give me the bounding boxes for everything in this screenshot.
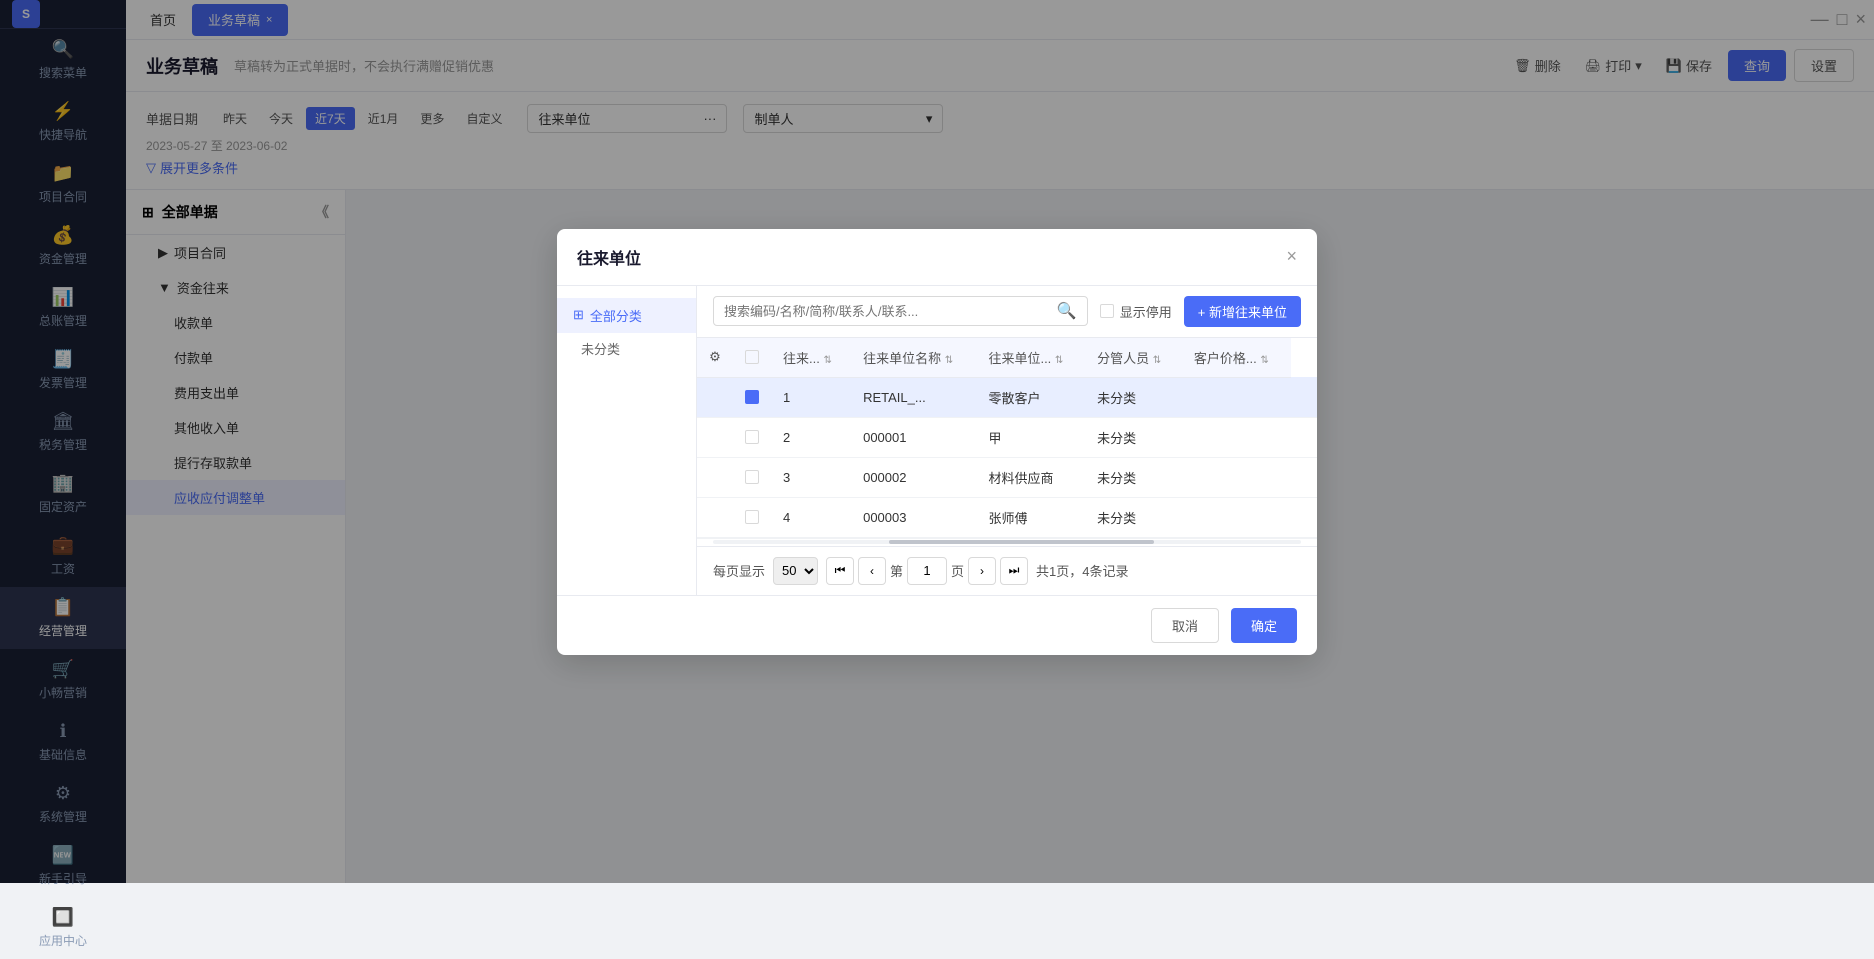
modal-pagination: 每页显示 50 ⏮ ‹ 第 页 › ⏭ 共1页，4条记录 [697,546,1317,595]
app-center-icon: 🔲 [52,907,74,928]
row-checkbox[interactable] [745,390,759,404]
table-body: 1 RETAIL_... 零散客户 未分类 2 [697,377,1317,537]
select-all-checkbox[interactable] [745,350,759,364]
search-icon: 🔍 [1057,301,1077,321]
sidebar-item-app-center[interactable]: 🔲 应用中心 [0,897,126,959]
modal-header: 往来单位 × [557,229,1317,286]
modal-sidebar-unclassified[interactable]: 未分类 [557,333,696,364]
modal-body: ⊞ 全部分类 未分类 🔍 显示停用 [557,286,1317,595]
table-row[interactable]: 1 RETAIL_... 零散客户 未分类 [697,377,1317,417]
modal-search-input[interactable] [724,304,1051,319]
last-page-button[interactable]: ⏭ [1000,557,1028,585]
col-code: 往来... ⇅ [771,338,851,378]
modal-overlay[interactable]: 往来单位 × ⊞ 全部分类 未分类 🔍 [0,0,1874,883]
table-row[interactable]: 2 000001 甲 未分类 [697,417,1317,457]
modal-search-box[interactable]: 🔍 [713,296,1088,326]
scroll-track[interactable] [713,540,1301,544]
show-disabled-checkbox[interactable] [1100,304,1114,318]
col-price: 客户价格... ⇅ [1182,338,1291,378]
modal-toolbar: 🔍 显示停用 + 新增往来单位 [697,286,1317,338]
next-page-button[interactable]: › [968,557,996,585]
row-checkbox[interactable] [745,470,759,484]
col-name: 往来单位名称 ⇅ [851,338,976,378]
page-input[interactable] [907,557,947,585]
modal-sidebar-all[interactable]: ⊞ 全部分类 [557,298,696,333]
modal-actions: 取消 确定 [557,595,1317,655]
row-num: 2 [771,417,851,457]
cancel-button[interactable]: 取消 [1151,608,1219,643]
row-checkbox[interactable] [745,430,759,444]
row-checkbox[interactable] [745,510,759,524]
col-check[interactable] [733,338,771,378]
row-num: 3 [771,457,851,497]
row-num: 4 [771,497,851,537]
table-row[interactable]: 3 000002 材料供应商 未分类 [697,457,1317,497]
grid-small-icon: ⊞ [573,307,584,323]
modal-table: ⚙ 往来... ⇅ 往来单位名称 ⇅ 往来单位... ⇅ 分管人员 ⇅ 客户价格… [697,338,1317,538]
col-setting[interactable]: ⚙ [697,338,733,378]
modal-sidebar: ⊞ 全部分类 未分类 [557,286,697,595]
table-row[interactable]: 4 000003 张师傅 未分类 [697,497,1317,537]
first-page-button[interactable]: ⏮ [826,557,854,585]
scroll-bar-area [697,538,1317,546]
add-unit-button[interactable]: + 新增往来单位 [1184,296,1301,327]
confirm-button[interactable]: 确定 [1231,608,1297,643]
row-num: 1 [771,377,851,417]
modal-title: 往来单位 [577,245,641,269]
page-nav: ⏮ ‹ 第 页 › ⏭ [826,557,1028,585]
col-category: 往来单位... ⇅ [976,338,1085,378]
scroll-thumb[interactable] [889,540,1154,544]
modal-container: 往来单位 × ⊞ 全部分类 未分类 🔍 [557,229,1317,655]
modal-main: 🔍 显示停用 + 新增往来单位 ⚙ [697,286,1317,595]
col-manager: 分管人员 ⇅ [1085,338,1182,378]
per-page-select[interactable]: 50 [773,557,818,585]
show-disabled-toggle[interactable]: 显示停用 [1100,302,1172,321]
prev-page-button[interactable]: ‹ [858,557,886,585]
modal-close-button[interactable]: × [1286,246,1297,267]
sidebar-item-label: 应用中心 [39,932,87,949]
units-table: ⚙ 往来... ⇅ 往来单位名称 ⇅ 往来单位... ⇅ 分管人员 ⇅ 客户价格… [697,338,1317,538]
table-header-row: ⚙ 往来... ⇅ 往来单位名称 ⇅ 往来单位... ⇅ 分管人员 ⇅ 客户价格… [697,338,1317,378]
